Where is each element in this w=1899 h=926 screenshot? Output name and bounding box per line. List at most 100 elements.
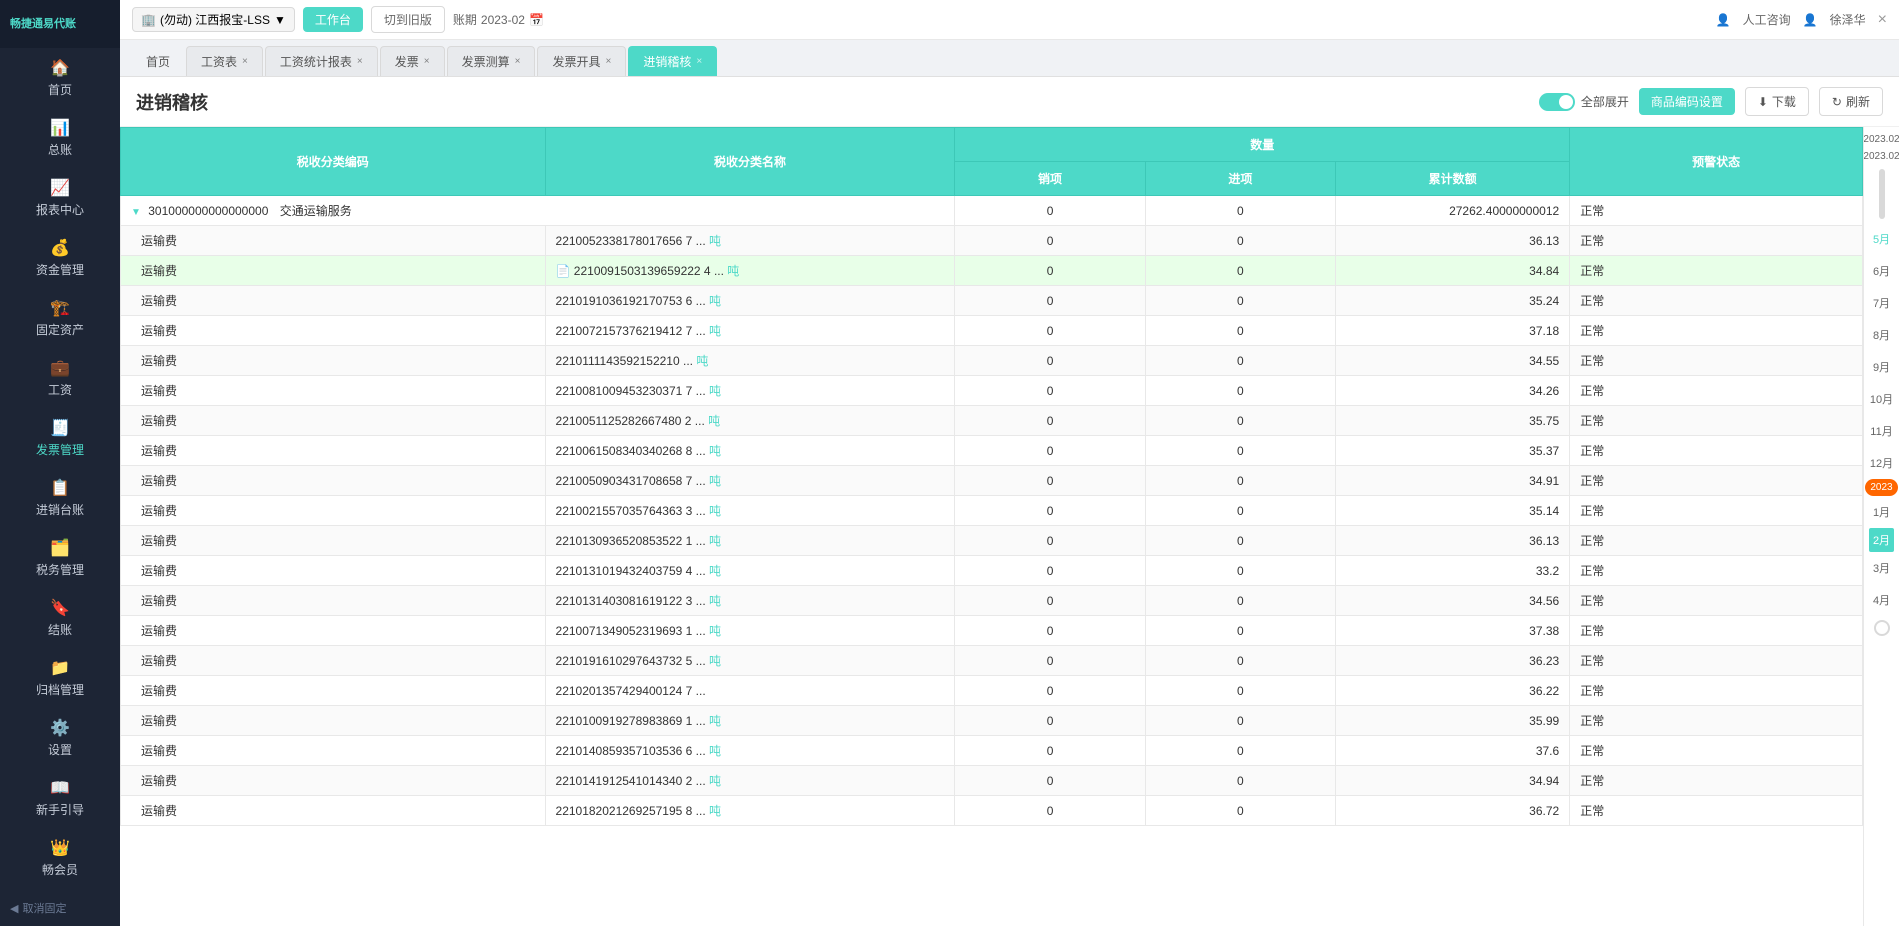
purchases-cell: 0 bbox=[1145, 286, 1335, 316]
table-row[interactable]: 运输费 2210191610297643732 5 ... 吨 0 0 36.2… bbox=[121, 646, 1863, 676]
table-row[interactable]: 运输费 2210100919278983869 1 ... 吨 0 0 35.9… bbox=[121, 706, 1863, 736]
table-row[interactable]: 运输费 2210141912541014340 2 ... 吨 0 0 34.9… bbox=[121, 766, 1863, 796]
item-name-cell: 运输费 bbox=[121, 436, 546, 466]
tab-home[interactable]: 首页 bbox=[132, 47, 184, 76]
item-name-cell: 运输费 bbox=[121, 526, 546, 556]
sidebar-item-settings[interactable]: ⚙️ 设置 bbox=[0, 708, 120, 768]
cumulative-cell: 37.38 bbox=[1335, 616, 1569, 646]
toggle-track[interactable] bbox=[1539, 93, 1575, 111]
tab-invoice-open-close[interactable]: × bbox=[605, 56, 611, 67]
month-jun[interactable]: 6月 bbox=[1869, 255, 1894, 287]
current-year[interactable]: 2023 bbox=[1865, 479, 1897, 496]
collapse-arrow[interactable]: ▼ bbox=[131, 207, 141, 218]
sidebar-item-archive[interactable]: 📁 归档管理 bbox=[0, 648, 120, 708]
item-name-cell: 运输费 bbox=[121, 586, 546, 616]
table-row[interactable]: 运输费 2210140859357103536 6 ... 吨 0 0 37.6… bbox=[121, 736, 1863, 766]
table-row[interactable]: 运输费 2210182021269257195 8 ... 吨 0 0 36.7… bbox=[121, 796, 1863, 826]
sidebar-item-purchase-sales[interactable]: 📋 进销台账 bbox=[0, 468, 120, 528]
purchase-sales-icon: 📋 bbox=[50, 478, 70, 498]
table-row[interactable]: 运输费 2210052338178017656 7 ... 吨 0 0 36.1… bbox=[121, 226, 1863, 256]
sidebar-item-invoice[interactable]: 🧾 发票管理 bbox=[0, 408, 120, 468]
month-aug[interactable]: 8月 bbox=[1869, 319, 1894, 351]
table-row[interactable]: 运输费 2210061508340340268 8 ... 吨 0 0 35.3… bbox=[121, 436, 1863, 466]
right-panel: 2023.02 2023.02 5月 6月 7月 8月 9月 10月 11月 1… bbox=[1863, 127, 1899, 926]
table-row[interactable]: ▼ 301000000000000000 交通运输服务 0 0 27262.40… bbox=[121, 196, 1863, 226]
sidebar-item-funds[interactable]: 💰 资金管理 bbox=[0, 228, 120, 288]
item-name-cell: 运输费 bbox=[121, 286, 546, 316]
tab-payroll[interactable]: 工资表 × bbox=[186, 46, 263, 76]
tab-invoice-close[interactable]: × bbox=[424, 56, 430, 67]
tab-payroll-stats-close[interactable]: × bbox=[357, 56, 363, 67]
table-row[interactable]: 运输费 2210050903431708658 7 ... 吨 0 0 34.9… bbox=[121, 466, 1863, 496]
month-jul[interactable]: 7月 bbox=[1869, 287, 1894, 319]
switch-button[interactable]: 切到旧版 bbox=[371, 6, 445, 33]
company-selector[interactable]: 🏢 (勿动) 江西报宝-LSS ▼ bbox=[132, 7, 295, 32]
item-name-cell: 运输费 bbox=[121, 796, 546, 826]
sidebar-unpin[interactable]: ◀ 取消固定 bbox=[0, 890, 120, 926]
year-2023-02-top[interactable]: 2023.02 bbox=[1863, 131, 1899, 148]
sidebar-item-label: 固定资产 bbox=[36, 321, 84, 338]
table-row[interactable]: 运输费 2210051125282667480 2 ... 吨 0 0 35.7… bbox=[121, 406, 1863, 436]
expand-toggle[interactable]: 全部展开 bbox=[1539, 93, 1629, 111]
sales-cell: 0 bbox=[955, 646, 1145, 676]
sidebar-item-reports[interactable]: 📈 报表中心 bbox=[0, 168, 120, 228]
table-row[interactable]: 运输费 2210071349052319693 1 ... 吨 0 0 37.3… bbox=[121, 616, 1863, 646]
tabbar: 首页 工资表 × 工资统计报表 × 发票 × 发票测算 × 发票开具 × 进销稽… bbox=[120, 40, 1899, 77]
tab-invoice[interactable]: 发票 × bbox=[380, 46, 445, 76]
table-row[interactable]: 运输费 2210072157376219412 7 ... 吨 0 0 37.1… bbox=[121, 316, 1863, 346]
sidebar-item-member[interactable]: 👑 畅会员 bbox=[0, 828, 120, 888]
workspace-button[interactable]: 工作台 bbox=[303, 7, 363, 32]
settings-button[interactable]: 商品编码设置 bbox=[1639, 88, 1735, 115]
month-apr[interactable]: 4月 bbox=[1869, 584, 1894, 616]
tab-invoice-calc-close[interactable]: × bbox=[515, 56, 521, 67]
year-2023-02-2[interactable]: 2023.02 bbox=[1863, 148, 1899, 165]
month-oct[interactable]: 10月 bbox=[1866, 383, 1897, 415]
tab-invoice-calc[interactable]: 发票测算 × bbox=[447, 46, 536, 76]
table-row[interactable]: 运输费 📄 2210091503139659222 4 ... 吨 0 0 34… bbox=[121, 256, 1863, 286]
month-sep[interactable]: 9月 bbox=[1869, 351, 1894, 383]
table-row[interactable]: 运输费 2210021557035764363 3 ... 吨 0 0 35.1… bbox=[121, 496, 1863, 526]
month-nov[interactable]: 11月 bbox=[1866, 415, 1896, 447]
funds-icon: 💰 bbox=[50, 238, 70, 258]
sidebar-item-payroll[interactable]: 💼 工资 bbox=[0, 348, 120, 408]
sidebar-item-home[interactable]: 🏠 首页 bbox=[0, 48, 120, 108]
table-container[interactable]: 税收分类编码 税收分类名称 数量 预警状态 销项 进项 累计数额 ▼ bbox=[120, 127, 1863, 926]
cumulative-cell: 34.56 bbox=[1335, 586, 1569, 616]
tab-reconciliation-close[interactable]: × bbox=[696, 56, 702, 67]
scroll-bar[interactable] bbox=[1879, 169, 1885, 219]
table-row[interactable]: 运输费 2210191036192170753 6 ... 吨 0 0 35.2… bbox=[121, 286, 1863, 316]
table-row[interactable]: 运输费 2210130936520853522 1 ... 吨 0 0 36.1… bbox=[121, 526, 1863, 556]
refresh-button[interactable]: ↻ 刷新 bbox=[1819, 87, 1883, 116]
item-name-cell: 运输费 bbox=[121, 706, 546, 736]
download-button[interactable]: ⬇ 下载 bbox=[1745, 87, 1809, 116]
sidebar-item-settlement[interactable]: 🔖 结账 bbox=[0, 588, 120, 648]
tab-reconciliation[interactable]: 进销稽核 × bbox=[628, 46, 717, 76]
sidebar-item-ledger[interactable]: 📊 总账 bbox=[0, 108, 120, 168]
tab-payroll-stats[interactable]: 工资统计报表 × bbox=[265, 46, 378, 76]
table-row[interactable]: 运输费 2210131403081619122 3 ... 吨 0 0 34.5… bbox=[121, 586, 1863, 616]
close-icon[interactable]: × bbox=[1878, 11, 1887, 29]
cumulative-cell: 35.14 bbox=[1335, 496, 1569, 526]
sidebar-item-assets[interactable]: 🏗️ 固定资产 bbox=[0, 288, 120, 348]
table-row[interactable]: 运输费 2210201357429400124 7 ... 0 0 36.22 … bbox=[121, 676, 1863, 706]
sidebar-item-label: 首页 bbox=[48, 81, 72, 98]
month-mar[interactable]: 3月 bbox=[1869, 552, 1894, 584]
invoice-no-cell: 2210191036192170753 6 ... 吨 bbox=[545, 286, 955, 316]
support-label[interactable]: 人工咨询 bbox=[1743, 11, 1791, 28]
user-name[interactable]: 徐泽华 bbox=[1830, 11, 1866, 28]
month-dec[interactable]: 12月 bbox=[1866, 447, 1897, 479]
month-may[interactable]: 5月 bbox=[1869, 223, 1894, 255]
month-jan[interactable]: 1月 bbox=[1869, 496, 1894, 528]
refresh-icon: ↻ bbox=[1832, 95, 1842, 109]
tab-payroll-close[interactable]: × bbox=[242, 56, 248, 67]
col-tax-name-header: 税收分类名称 bbox=[545, 128, 955, 196]
sidebar-item-guide[interactable]: 📖 新手引导 bbox=[0, 768, 120, 828]
table-row[interactable]: 运输费 2210131019432403759 4 ... 吨 0 0 33.2… bbox=[121, 556, 1863, 586]
tab-invoice-open[interactable]: 发票开具 × bbox=[537, 46, 626, 76]
header-actions: 全部展开 商品编码设置 ⬇ 下载 ↻ 刷新 bbox=[1539, 87, 1883, 116]
month-feb[interactable]: 2月 bbox=[1869, 528, 1894, 552]
table-row[interactable]: 运输费 2210081009453230371 7 ... 吨 0 0 34.2… bbox=[121, 376, 1863, 406]
sales-cell: 0 bbox=[955, 496, 1145, 526]
table-row[interactable]: 运输费 2210111143592152210 ... 吨 0 0 34.55 … bbox=[121, 346, 1863, 376]
sidebar-item-tax[interactable]: 🗂️ 税务管理 bbox=[0, 528, 120, 588]
